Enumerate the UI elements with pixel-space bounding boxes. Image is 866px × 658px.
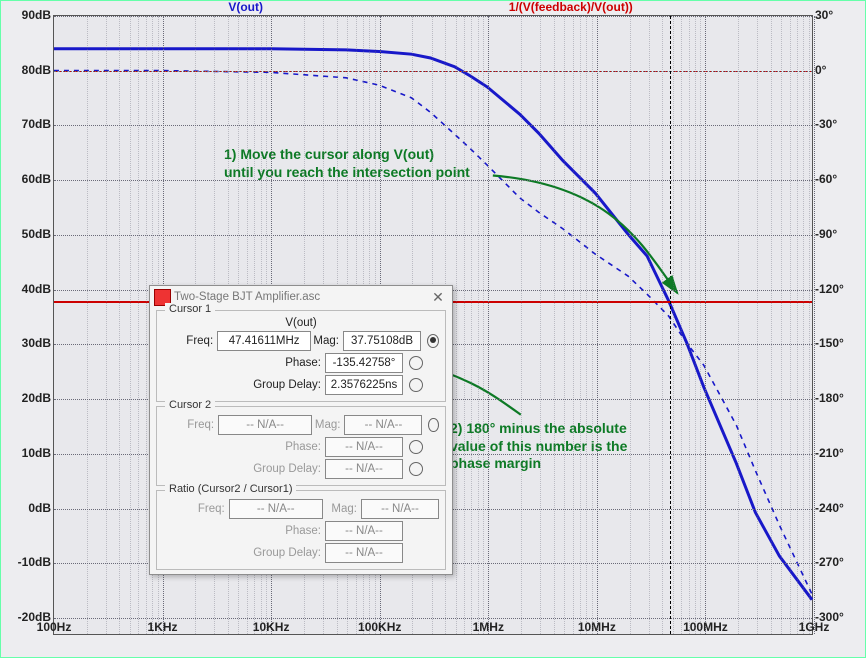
freq-label-2: Freq:: [163, 419, 214, 431]
y-left-tick: 40dB: [3, 282, 51, 296]
freq-label: Freq:: [163, 335, 213, 347]
y-left-tick: 20dB: [3, 391, 51, 405]
y-left-tick: 80dB: [3, 63, 51, 77]
y-right-tick: -180°: [815, 391, 861, 405]
cursor1-label: Cursor 1: [165, 303, 215, 315]
phase-label-2: Phase:: [163, 441, 321, 453]
ratio-phase-field: -- N/A--: [325, 521, 403, 541]
y-right-tick: -150°: [815, 336, 861, 350]
y-left-tick: 90dB: [3, 8, 51, 22]
y-left-tick: 50dB: [3, 227, 51, 241]
x-tick: 100KHz: [358, 620, 401, 634]
cursor2-mag-radio: [428, 418, 439, 432]
gd-label-3: Group Delay:: [163, 547, 321, 559]
ratio-freq-field: -- N/A--: [229, 499, 323, 519]
y-right-tick: -60°: [815, 172, 861, 186]
y-right-tick: -270°: [815, 555, 861, 569]
cursor2-label: Cursor 2: [165, 399, 215, 411]
y-right-tick: -240°: [815, 501, 861, 515]
close-icon[interactable]: ✕: [430, 289, 446, 305]
y-left-tick: 70dB: [3, 117, 51, 131]
legend-ratio: 1/(V(feedback)/V(out)): [509, 0, 633, 14]
mag-label: Mag:: [311, 335, 339, 347]
cursor1-trace: V(out): [163, 317, 439, 329]
ratio-mag-field: -- N/A--: [361, 499, 439, 519]
y-right-tick: 30°: [815, 8, 861, 22]
x-tick: 10MHz: [578, 620, 616, 634]
y-left-tick: 60dB: [3, 172, 51, 186]
mag-label-2: Mag:: [312, 419, 340, 431]
cursor2-phase-radio: [409, 440, 423, 454]
ltspice-bode-window: V(out) 1/(V(feedback)/V(out)) 1) Move th…: [0, 0, 866, 658]
x-tick: 100MHz: [683, 620, 728, 634]
y-left-tick: -10dB: [3, 555, 51, 569]
phase-label: Phase:: [163, 357, 321, 369]
dialog-title-text: Two-Stage BJT Amplifier.asc: [174, 291, 320, 303]
cursor2-phase-field: -- N/A--: [325, 437, 403, 457]
cursor2-group: Cursor 2 Freq: -- N/A-- Mag: -- N/A-- Ph…: [156, 406, 446, 486]
cursor1-phase-field[interactable]: -135.42758°: [325, 353, 403, 373]
freq-label-3: Freq:: [163, 503, 225, 515]
cursor1-group: Cursor 1 V(out) Freq: 47.41611MHz Mag: 3…: [156, 310, 446, 402]
y-right-tick: -120°: [815, 282, 861, 296]
legend-vout: V(out): [228, 0, 263, 14]
y-left-tick: -20dB: [3, 610, 51, 624]
y-left-tick: 0dB: [3, 501, 51, 515]
cursor1-gd-radio[interactable]: [409, 378, 423, 392]
y-right-tick: -30°: [815, 117, 861, 131]
ratio-group: Ratio (Cursor2 / Cursor1) Freq: -- N/A--…: [156, 490, 446, 570]
ratio-label: Ratio (Cursor2 / Cursor1): [165, 483, 296, 495]
gd-label-2: Group Delay:: [163, 463, 321, 475]
y-right-tick: 0°: [815, 63, 861, 77]
y-right-tick: -300°: [815, 610, 861, 624]
y-left-tick: 30dB: [3, 336, 51, 350]
cursor1-phase-radio[interactable]: [409, 356, 423, 370]
x-tick: 10KHz: [253, 620, 290, 634]
cursor-dialog[interactable]: Two-Stage BJT Amplifier.asc ✕ Cursor 1 V…: [149, 285, 453, 575]
cursor2-freq-field: -- N/A--: [218, 415, 312, 435]
cursor1-mag-field[interactable]: 37.75108dB: [343, 331, 421, 351]
phase-label-3: Phase:: [163, 525, 321, 537]
y-right-tick: -90°: [815, 227, 861, 241]
gd-label: Group Delay:: [163, 379, 321, 391]
cursor1-mag-radio[interactable]: [427, 334, 439, 348]
cursor2-gd-field: -- N/A--: [325, 459, 403, 479]
cursor2-mag-field: -- N/A--: [344, 415, 422, 435]
y-left-tick: 10dB: [3, 446, 51, 460]
y-right-tick: -210°: [815, 446, 861, 460]
cursor1-gd-field[interactable]: 2.3576225ns: [325, 375, 403, 395]
cursor2-gd-radio: [409, 462, 423, 476]
cursor1-freq-field[interactable]: 47.41611MHz: [217, 331, 311, 351]
ratio-gd-field: -- N/A--: [325, 543, 403, 563]
mag-label-3: Mag:: [323, 503, 357, 515]
